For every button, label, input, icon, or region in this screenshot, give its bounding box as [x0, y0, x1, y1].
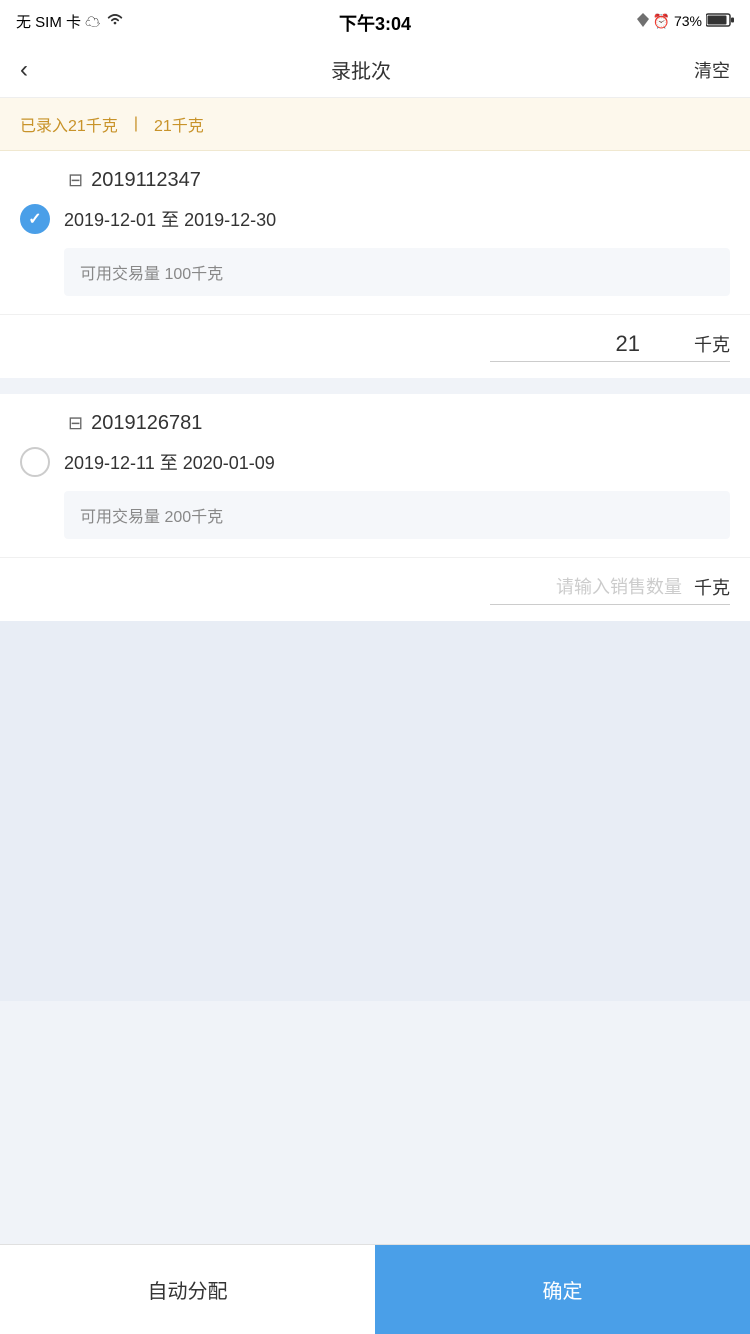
batch-1-qrow: 21 千克 [0, 315, 750, 361]
batch-1-check-icon: ✓ [28, 209, 41, 229]
batch-2-date-row[interactable]: ✓ 2019-12-11 至 2020-01-09 [20, 447, 730, 477]
empty-area [0, 621, 750, 1001]
batch-2-available: 可用交易量 200千克 [64, 491, 730, 539]
no-sim-text: 无 SIM 卡 ☁ [16, 11, 100, 32]
batch-2-radio[interactable]: ✓ [20, 447, 50, 477]
batch-1-quantity-unit: 千克 [694, 331, 730, 357]
batch-2-header: ⊟ 2019126781 [68, 412, 730, 435]
batch-1-quantity-container: 21 千克 [0, 314, 750, 378]
alarm-icon: ⏰ [653, 13, 670, 30]
batch-1-underline [490, 361, 730, 362]
status-time: 下午3:04 [339, 10, 411, 36]
confirm-button[interactable]: 确定 [375, 1245, 750, 1334]
back-button[interactable]: ‹ [20, 56, 28, 84]
batch-2-quantity-input[interactable] [450, 577, 682, 598]
batch-2-id-icon: ⊟ [68, 413, 83, 434]
batch-2-available-text: 可用交易量 200千克 [80, 509, 223, 526]
batch-1-available-text: 可用交易量 100千克 [80, 266, 223, 283]
batch-2-underline [490, 604, 730, 605]
batch-2-qrow: 千克 [0, 558, 750, 604]
batch-1-underline-container [0, 361, 750, 378]
auto-distribute-button[interactable]: 自动分配 [0, 1245, 375, 1334]
batch-2-id: 2019126781 [91, 412, 202, 435]
batch-2-date: 2019-12-11 至 2020-01-09 [64, 449, 275, 475]
batch-card-2: ⊟ 2019126781 ✓ 2019-12-11 至 2020-01-09 可… [0, 394, 750, 621]
page-title: 录批次 [331, 55, 391, 84]
battery-icon [706, 13, 734, 30]
recorded-amount-value: 21千克 [154, 112, 204, 136]
batch-1-available: 可用交易量 100千克 [64, 248, 730, 296]
batch-2-quantity-container: 千克 [0, 557, 750, 621]
bottom-bar: 自动分配 确定 [0, 1244, 750, 1334]
recorded-amount-label: 已录入21千克 [20, 112, 118, 136]
batch-1-header: ⊟ 2019112347 [68, 169, 730, 192]
nav-bar: ‹ 录批次 清空 [0, 42, 750, 98]
batch-1-date-row[interactable]: ✓ 2019-12-01 至 2019-12-30 [20, 204, 730, 234]
batch-1-radio[interactable]: ✓ [20, 204, 50, 234]
info-banner: 已录入21千克 | 21千克 [0, 98, 750, 151]
wifi-icon [106, 12, 124, 30]
banner-divider: | [134, 115, 138, 133]
status-bar: 无 SIM 卡 ☁ 下午3:04 ⏰ 73% [0, 0, 750, 42]
battery-percent: 73% [674, 13, 702, 29]
status-right: ⏰ 73% [637, 13, 734, 30]
clear-button[interactable]: 清空 [694, 57, 730, 83]
batch-2-quantity-unit: 千克 [694, 574, 730, 600]
card-separator-1 [0, 378, 750, 394]
batch-1-id: 2019112347 [91, 169, 201, 192]
batch-1-date: 2019-12-01 至 2019-12-30 [64, 206, 276, 232]
batch-1-id-icon: ⊟ [68, 170, 83, 191]
batch-2-underline-container [0, 604, 750, 621]
status-left: 无 SIM 卡 ☁ [16, 11, 124, 32]
batch-1-quantity-value: 21 [616, 331, 640, 357]
location-icon [637, 13, 649, 30]
batch-card-1: ⊟ 2019112347 ✓ 2019-12-01 至 2019-12-30 可… [0, 151, 750, 378]
